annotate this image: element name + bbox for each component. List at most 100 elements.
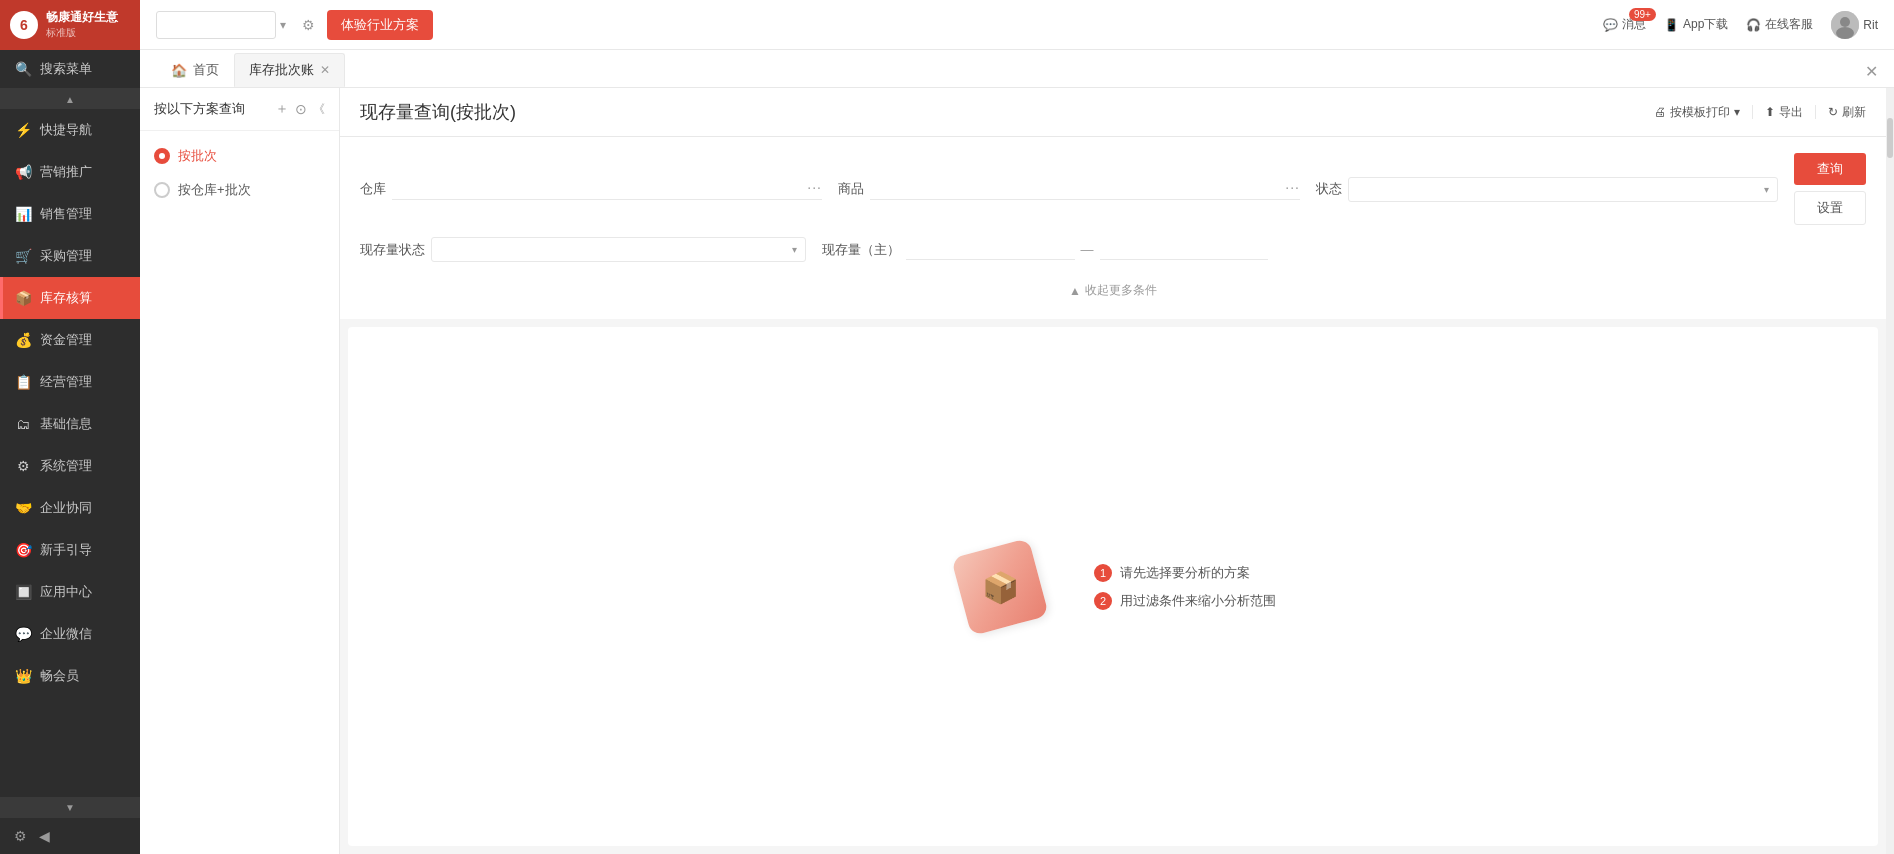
tab-close-icon[interactable]: ✕: [320, 64, 330, 76]
sidebar-item-basic[interactable]: 🗂 基础信息: [0, 403, 140, 445]
sidebar-item-member[interactable]: 👑 畅会员: [0, 655, 140, 697]
topbar-search-area: ▾: [156, 11, 286, 39]
close-all-tabs-btn[interactable]: ✕: [1865, 62, 1878, 87]
page-header-actions: 🖨 按模板打印 ▾ ⬆ 导出 ↻ 刷新: [1654, 104, 1866, 121]
refresh-btn[interactable]: ↻ 刷新: [1828, 104, 1866, 121]
app-logo: 6: [10, 11, 38, 39]
refresh-icon: ↻: [1828, 105, 1838, 119]
avatar: [1831, 11, 1859, 39]
sidebar-item-enterprise[interactable]: 🤝 企业协同: [0, 487, 140, 529]
scheme-panel-actions: ＋ ⊙ 《: [275, 100, 325, 118]
basic-icon: 🗂: [14, 416, 32, 432]
warehouse-dots[interactable]: ···: [807, 179, 822, 195]
sidebar-item-label: 基础信息: [40, 415, 92, 433]
sidebar-item-quick-nav[interactable]: ⚡ 快捷导航: [0, 109, 140, 151]
filter-area: 仓库 ··· 商品 ···: [340, 137, 1886, 319]
add-scheme-icon[interactable]: ＋: [275, 100, 289, 118]
sidebar-item-label: 经营管理: [40, 373, 92, 391]
sidebar-item-sales[interactable]: 📊 销售管理: [0, 193, 140, 235]
product-label: 商品: [838, 180, 864, 198]
query-button[interactable]: 查询: [1794, 153, 1866, 185]
topbar-gear-icon[interactable]: ⚙: [302, 17, 315, 33]
collapse-label: 收起更多条件: [1085, 282, 1157, 299]
scheme-panel-header: 按以下方案查询 ＋ ⊙ 《: [140, 88, 339, 131]
stock-status-select[interactable]: [440, 242, 788, 257]
app-download-action[interactable]: 📱 App下载: [1664, 16, 1728, 33]
stock-status-select-wrapper: ▾: [431, 237, 806, 262]
sidebar-scroll-up[interactable]: ▲: [0, 89, 140, 109]
stock-status-chevron[interactable]: ▾: [792, 244, 797, 255]
settings-footer-icon[interactable]: ⚙: [14, 828, 27, 844]
user-profile-action[interactable]: Rit: [1831, 11, 1878, 39]
messages-badge: 99+: [1629, 8, 1656, 21]
wechat-icon: 💬: [14, 626, 32, 642]
scheme-settings-icon[interactable]: ⊙: [295, 101, 307, 117]
settings-button[interactable]: 设置: [1794, 191, 1866, 225]
scheme-item-label: 按批次: [178, 147, 217, 165]
topbar-search-input[interactable]: [156, 11, 276, 39]
right-scrollbar[interactable]: [1886, 88, 1894, 854]
sidebar-item-label: 系统管理: [40, 457, 92, 475]
warehouse-input[interactable]: [392, 179, 803, 194]
print-icon: 🖨: [1654, 105, 1666, 119]
experience-btn[interactable]: 体验行业方案: [327, 10, 433, 40]
product-dots[interactable]: ···: [1285, 179, 1300, 195]
messages-action[interactable]: 💬 消息 99+: [1603, 16, 1646, 33]
finance-icon: 💰: [14, 332, 32, 348]
sidebar-item-operations[interactable]: 📋 经营管理: [0, 361, 140, 403]
right-content: 现存量查询(按批次) 🖨 按模板打印 ▾ ⬆ 导出: [340, 88, 1886, 854]
sidebar-item-label: 快捷导航: [40, 121, 92, 139]
scheme-panel: 按以下方案查询 ＋ ⊙ 《 按批次 按仓库+批次: [140, 88, 340, 854]
page-title: 现存量查询(按批次): [360, 100, 516, 124]
tab-batch-account[interactable]: 库存批次账 ✕: [234, 53, 345, 87]
status-select[interactable]: [1357, 182, 1760, 197]
sidebar-item-system[interactable]: ⚙ 系统管理: [0, 445, 140, 487]
sales-icon: 📊: [14, 206, 32, 222]
sidebar-item-purchase[interactable]: 🛒 采购管理: [0, 235, 140, 277]
warehouse-input-wrapper: ···: [392, 179, 822, 200]
print-btn[interactable]: 🖨 按模板打印 ▾: [1654, 104, 1740, 121]
operations-icon: 📋: [14, 374, 32, 390]
empty-icon-box: 📦: [951, 538, 1049, 636]
stock-quantity-dash: —: [1081, 242, 1094, 257]
collapse-bar[interactable]: ▲ 收起更多条件: [360, 274, 1866, 303]
header-divider-2: [1815, 105, 1816, 119]
topbar-actions: 💬 消息 99+ 📱 App下载 🎧 在线客服: [1603, 11, 1878, 39]
apps-icon: 🔲: [14, 584, 32, 600]
quick-nav-icon: ⚡: [14, 122, 32, 138]
sidebar-item-label: 营销推广: [40, 163, 92, 181]
status-chevron-icon[interactable]: ▾: [1764, 184, 1769, 195]
empty-state: 📦 1 请先选择要分析的方案 2 用过滤条件来缩小分析范围: [348, 327, 1878, 846]
action-buttons: 查询 设置: [1794, 153, 1866, 225]
scheme-item-by-warehouse-batch[interactable]: 按仓库+批次: [140, 173, 339, 207]
export-label: 导出: [1779, 104, 1803, 121]
collapse-panel-icon[interactable]: 《: [313, 101, 325, 118]
sidebar-item-label: 销售管理: [40, 205, 92, 223]
sidebar-item-newbie[interactable]: 🎯 新手引导: [0, 529, 140, 571]
sidebar-item-label: 库存核算: [40, 289, 92, 307]
sidebar-scroll-down[interactable]: ▼: [0, 797, 140, 817]
collapse-sidebar-icon[interactable]: ◀: [39, 828, 50, 844]
sidebar-search[interactable]: 🔍 搜索菜单: [0, 50, 140, 89]
page-header: 现存量查询(按批次) 🖨 按模板打印 ▾ ⬆ 导出: [340, 88, 1886, 137]
svg-point-2: [1836, 27, 1854, 39]
sidebar-item-apps[interactable]: 🔲 应用中心: [0, 571, 140, 613]
tab-home[interactable]: 🏠 首页: [156, 53, 234, 87]
stock-status-filter: 现存量状态 ▾: [360, 237, 806, 262]
scheme-item-by-batch[interactable]: 按批次: [140, 139, 339, 173]
export-btn[interactable]: ⬆ 导出: [1765, 104, 1803, 121]
scheme-list: 按批次 按仓库+批次: [140, 131, 339, 215]
empty-step-1: 1 请先选择要分析的方案: [1094, 564, 1276, 582]
sidebar-item-marketing[interactable]: 📢 营销推广: [0, 151, 140, 193]
stock-quantity-min[interactable]: [906, 240, 1075, 260]
sidebar-item-finance[interactable]: 💰 资金管理: [0, 319, 140, 361]
online-support-action[interactable]: 🎧 在线客服: [1746, 16, 1813, 33]
search-menu-label: 搜索菜单: [40, 60, 92, 78]
stock-quantity-max[interactable]: [1100, 240, 1269, 260]
sidebar: 6 畅康通好生意 标准版 🔍 搜索菜单 ▲ ⚡ 快捷导航 📢 营销推广 📊 销售…: [0, 0, 140, 854]
product-input[interactable]: [870, 179, 1281, 194]
sidebar-item-wechat[interactable]: 💬 企业微信: [0, 613, 140, 655]
sidebar-item-inventory[interactable]: 📦 库存核算: [0, 277, 140, 319]
headset-icon: 🎧: [1746, 18, 1761, 32]
topbar-chevron-icon[interactable]: ▾: [280, 18, 286, 32]
